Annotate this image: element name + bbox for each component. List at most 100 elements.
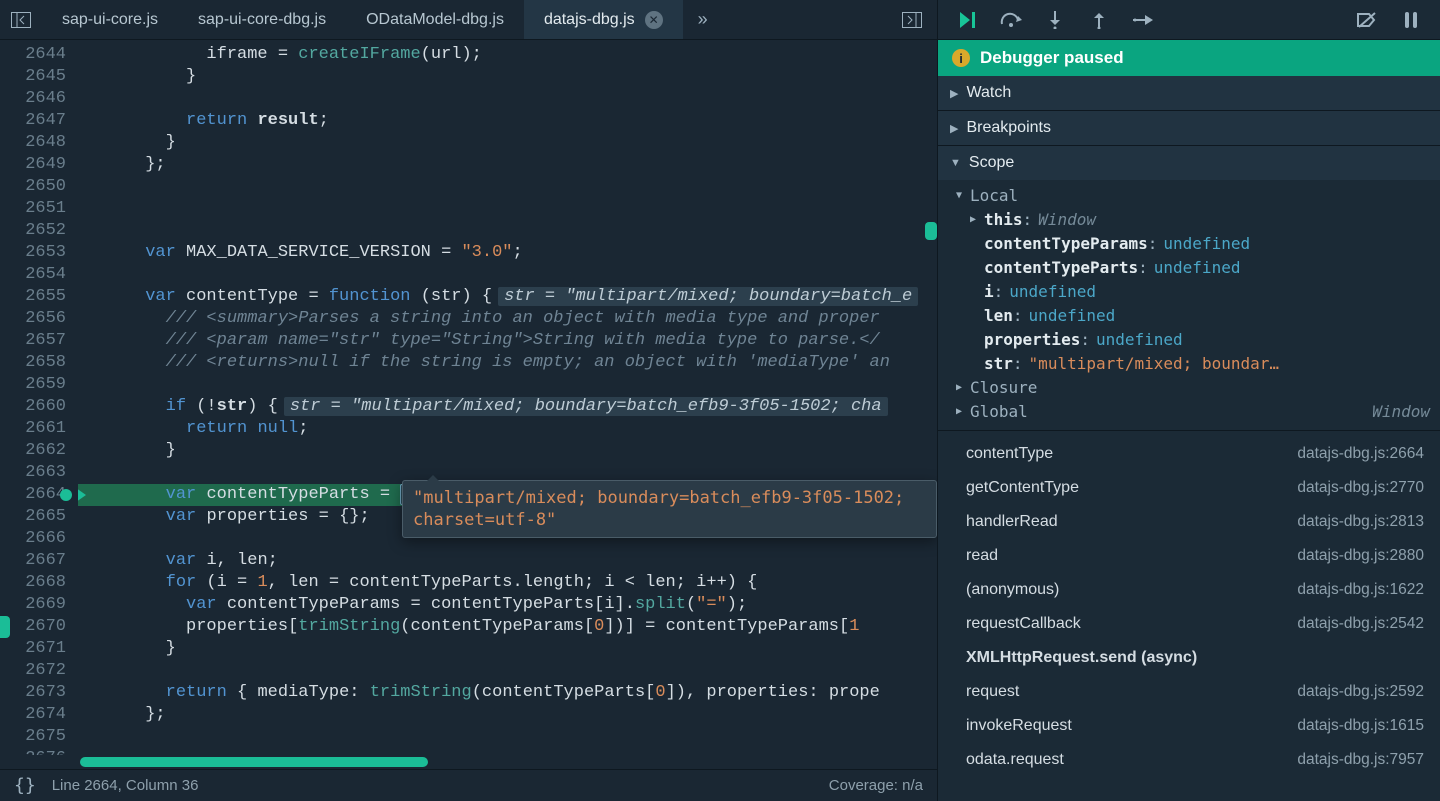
code-line[interactable] <box>78 220 937 242</box>
code-line[interactable] <box>78 660 937 682</box>
line-number[interactable]: 2665 <box>0 506 66 528</box>
code-line[interactable]: var i, len; <box>78 550 937 572</box>
scope-variable[interactable]: contentTypeParams: undefined <box>970 232 1440 256</box>
code-line[interactable] <box>78 726 937 748</box>
tab[interactable]: ODataModel-dbg.js <box>346 0 524 39</box>
code-line[interactable]: /// <param name="str" type="String">Stri… <box>78 330 937 352</box>
code-line[interactable]: var contentTypeParams = contentTypeParts… <box>78 594 937 616</box>
code-line[interactable] <box>78 748 937 755</box>
callstack-frame[interactable]: odata.requestdatajs-dbg.js:7957 <box>938 743 1440 777</box>
code-line[interactable]: var contentType = function (str) {str = … <box>78 286 937 308</box>
scope-variable[interactable]: properties: undefined <box>970 328 1440 352</box>
scope-variable[interactable]: i: undefined <box>970 280 1440 304</box>
line-number[interactable]: 2654 <box>0 264 66 286</box>
line-number[interactable]: 2650 <box>0 176 66 198</box>
tab[interactable]: sap-ui-core.js <box>42 0 178 39</box>
code-line[interactable]: return result; <box>78 110 937 132</box>
line-number[interactable]: 2674 <box>0 704 66 726</box>
watch-section-header[interactable]: ▶Watch <box>938 76 1440 110</box>
scope-variable[interactable]: ▶this: Window <box>970 208 1440 232</box>
step-over-icon[interactable] <box>1000 9 1022 31</box>
callstack-frame[interactable]: XMLHttpRequest.send (async) <box>938 641 1440 675</box>
deactivate-breakpoints-icon[interactable] <box>1356 9 1378 31</box>
code-line[interactable]: } <box>78 66 937 88</box>
code-line[interactable]: } <box>78 440 937 462</box>
callstack-frame[interactable]: (anonymous)datajs-dbg.js:1622 <box>938 573 1440 607</box>
code-line[interactable] <box>78 176 937 198</box>
line-number[interactable]: 2646 <box>0 88 66 110</box>
code-line[interactable]: }; <box>78 704 937 726</box>
callstack-frame[interactable]: contentTypedatajs-dbg.js:2664 <box>938 437 1440 471</box>
tab[interactable]: datajs-dbg.js✕ <box>524 0 683 39</box>
scope-variable[interactable]: len: undefined <box>970 304 1440 328</box>
code-line[interactable]: for (i = 1, len = contentTypeParts.lengt… <box>78 572 937 594</box>
code-line[interactable]: } <box>78 638 937 660</box>
scope-variable[interactable]: str: "multipart/mixed; boundary=batch_ef… <box>970 352 1440 376</box>
code-line[interactable]: return { mediaType: trimString(contentTy… <box>78 682 937 704</box>
line-number[interactable]: 2644 <box>0 44 66 66</box>
callstack-frame[interactable]: requestCallbackdatajs-dbg.js:2542 <box>938 607 1440 641</box>
line-number[interactable]: 2667 <box>0 550 66 572</box>
callstack-frame[interactable]: invokeRequestdatajs-dbg.js:1615 <box>938 709 1440 743</box>
tab[interactable]: sap-ui-core-dbg.js <box>178 0 346 39</box>
scope-section-header[interactable]: ▼Scope <box>938 146 1440 180</box>
tabs-overflow-button[interactable]: » <box>683 9 723 30</box>
toggle-sidebar-icon[interactable] <box>0 12 42 28</box>
step-out-icon[interactable] <box>1088 9 1110 31</box>
line-number[interactable]: 2659 <box>0 374 66 396</box>
line-number[interactable]: 2645 <box>0 66 66 88</box>
line-number[interactable]: 2666 <box>0 528 66 550</box>
code-line[interactable]: /// <summary>Parses a string into an obj… <box>78 308 937 330</box>
toggle-right-sidebar-icon[interactable] <box>887 12 937 28</box>
code-line[interactable]: var MAX_DATA_SERVICE_VERSION = "3.0"; <box>78 242 937 264</box>
step-into-icon[interactable] <box>1044 9 1066 31</box>
callstack-frame[interactable]: readdatajs-dbg.js:2880 <box>938 539 1440 573</box>
line-number[interactable]: 2648 <box>0 132 66 154</box>
line-number[interactable]: 2671 <box>0 638 66 660</box>
line-number[interactable]: 2672 <box>0 660 66 682</box>
callstack-frame[interactable]: requestdatajs-dbg.js:2592 <box>938 675 1440 709</box>
line-number[interactable]: 2651 <box>0 198 66 220</box>
code-line[interactable]: } <box>78 132 937 154</box>
callstack-frame[interactable]: getContentTypedatajs-dbg.js:2770 <box>938 471 1440 505</box>
line-number[interactable]: 2655 <box>0 286 66 308</box>
code-line[interactable]: iframe = createIFrame(url); <box>78 44 937 66</box>
breakpoints-section-header[interactable]: ▶Breakpoints <box>938 111 1440 145</box>
step-icon[interactable] <box>1132 9 1154 31</box>
code-line[interactable]: return null; <box>78 418 937 440</box>
line-number[interactable]: 2661 <box>0 418 66 440</box>
line-number[interactable]: 2653 <box>0 242 66 264</box>
line-number[interactable]: 2656 <box>0 308 66 330</box>
line-number[interactable]: 2669 <box>0 594 66 616</box>
callstack-frame[interactable]: handlerReaddatajs-dbg.js:2813 <box>938 505 1440 539</box>
code-line[interactable]: /// <returns>null if the string is empty… <box>78 352 937 374</box>
code-line[interactable]: properties[trimString(contentTypeParams[… <box>78 616 937 638</box>
scope-closure-header[interactable]: ▶Closure <box>956 376 1440 400</box>
line-number[interactable]: 2662 <box>0 440 66 462</box>
line-number[interactable]: 2668 <box>0 572 66 594</box>
code-line[interactable]: }; <box>78 154 937 176</box>
code-line[interactable] <box>78 374 937 396</box>
pause-on-exceptions-icon[interactable] <box>1400 9 1422 31</box>
scope-local-header[interactable]: ▼Local <box>956 184 1440 208</box>
scope-global-header[interactable]: ▶GlobalWindow <box>956 400 1440 424</box>
code-editor[interactable]: 2644264526462647264826492650265126522653… <box>0 40 937 755</box>
line-number[interactable]: 2649 <box>0 154 66 176</box>
editor-horizontal-scrollbar[interactable] <box>78 755 937 769</box>
code-line[interactable] <box>78 264 937 286</box>
line-number[interactable]: 2673 <box>0 682 66 704</box>
resume-icon[interactable] <box>956 9 978 31</box>
line-number[interactable]: 2660 <box>0 396 66 418</box>
close-icon[interactable]: ✕ <box>645 11 663 29</box>
line-number[interactable]: 2658 <box>0 352 66 374</box>
code-line[interactable]: if (!str) {str = "multipart/mixed; bound… <box>78 396 937 418</box>
line-number[interactable]: 2663 <box>0 462 66 484</box>
code-line[interactable] <box>78 88 937 110</box>
line-number[interactable]: 2676 <box>0 748 66 755</box>
code-line[interactable] <box>78 198 937 220</box>
line-number[interactable]: 2647 <box>0 110 66 132</box>
scope-variable[interactable]: contentTypeParts: undefined <box>970 256 1440 280</box>
line-number[interactable]: 2675 <box>0 726 66 748</box>
line-number[interactable]: 2664 <box>0 484 66 506</box>
line-number[interactable]: 2657 <box>0 330 66 352</box>
